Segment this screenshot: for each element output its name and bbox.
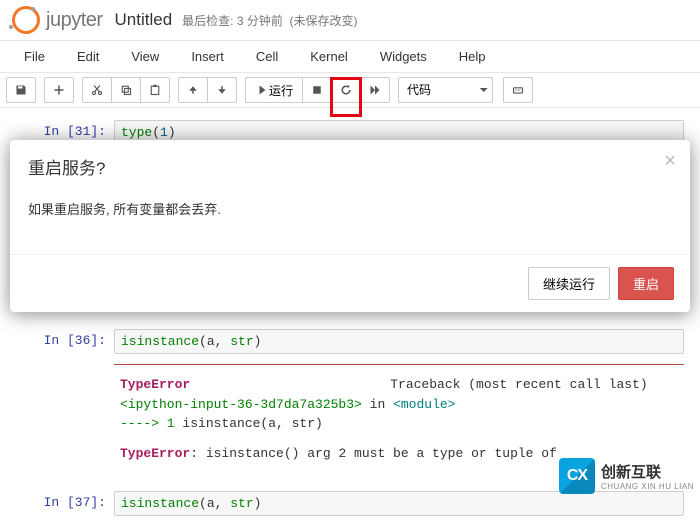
- restart-button[interactable]: 重启: [618, 267, 674, 300]
- watermark: CX 创新互联 CHUANG XIN HU LIAN: [559, 458, 694, 494]
- restart-kernel-modal: × 重启服务? 如果重启服务, 所有变量都会丢弃. 继续运行 重启: [10, 140, 690, 312]
- watermark-line2: CHUANG XIN HU LIAN: [601, 482, 694, 491]
- modal-body: 如果重启服务, 所有变量都会丢弃.: [10, 189, 690, 254]
- watermark-line1: 创新互联: [601, 461, 694, 482]
- watermark-icon: CX: [559, 458, 595, 494]
- close-icon[interactable]: ×: [664, 150, 676, 173]
- continue-button[interactable]: 继续运行: [528, 267, 610, 300]
- modal-title: 重启服务?: [28, 154, 672, 179]
- modal-overlay: × 重启服务? 如果重启服务, 所有变量都会丢弃. 继续运行 重启: [0, 0, 700, 500]
